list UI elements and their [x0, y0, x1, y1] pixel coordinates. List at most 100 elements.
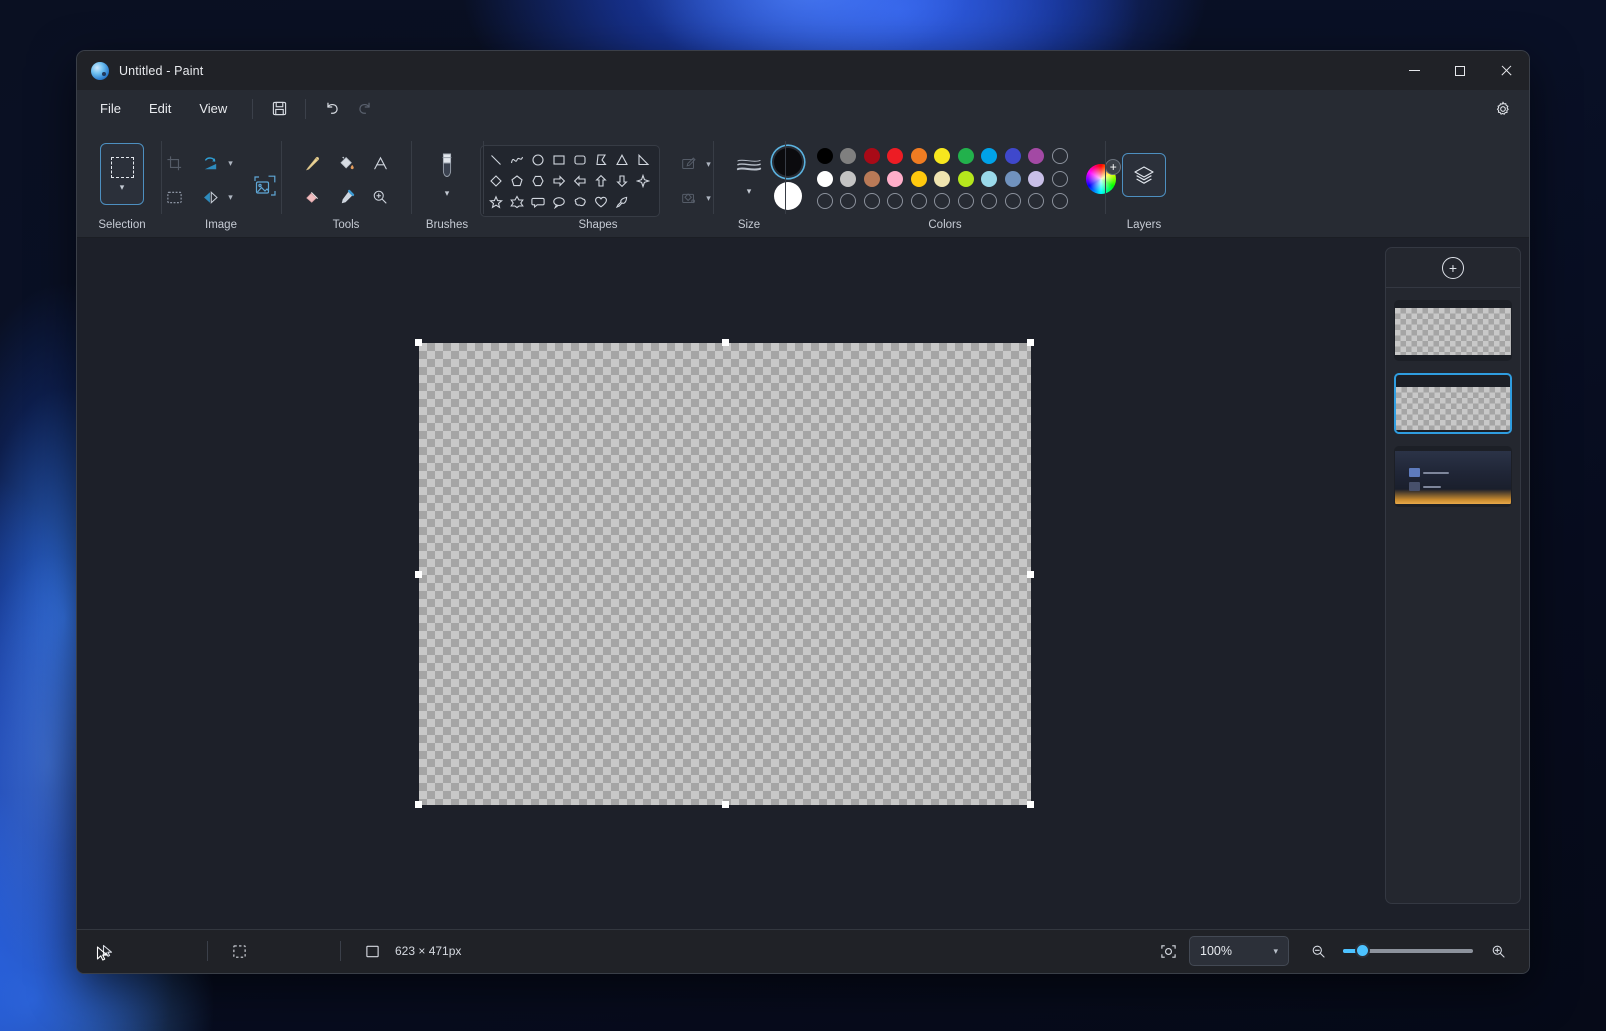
text-icon[interactable]: [363, 147, 397, 179]
hexagon-shape[interactable]: [528, 171, 549, 191]
color-swatch-r1-c1[interactable]: [817, 148, 833, 164]
color-swatch-r3-c4[interactable]: [887, 193, 903, 209]
fill-bucket-icon[interactable]: [329, 147, 363, 179]
color-swatch-r3-c11[interactable]: [1052, 193, 1068, 209]
six-point-star-shape[interactable]: [507, 192, 528, 212]
resize-handle-s[interactable]: [722, 801, 729, 808]
menu-file[interactable]: File: [87, 96, 134, 121]
color-swatch-r1-c11[interactable]: [1052, 148, 1068, 164]
diamond-shape[interactable]: [486, 171, 507, 191]
color-swatch-r2-c6[interactable]: [934, 171, 950, 187]
zoom-slider-thumb[interactable]: [1355, 943, 1370, 958]
color-swatch-r3-c5[interactable]: [911, 193, 927, 209]
resize-handle-n[interactable]: [722, 339, 729, 346]
canvas-area[interactable]: [77, 238, 1385, 929]
four-point-star-shape[interactable]: [633, 171, 654, 191]
menu-edit[interactable]: Edit: [136, 96, 184, 121]
close-button[interactable]: [1483, 51, 1529, 90]
resize-skew-icon[interactable]: [245, 166, 285, 206]
rotate-icon[interactable]: [194, 147, 228, 179]
left-arrow-shape[interactable]: [570, 171, 591, 191]
magnifier-icon[interactable]: [363, 181, 397, 213]
polygon-shape[interactable]: [591, 150, 612, 170]
fit-to-window-icon[interactable]: [1153, 936, 1183, 966]
save-icon[interactable]: [263, 95, 295, 123]
zoom-in-icon[interactable]: [1483, 936, 1513, 966]
resize-handle-w[interactable]: [415, 571, 422, 578]
secondary-color-swatch[interactable]: [774, 182, 802, 210]
size-lines-icon[interactable]: [732, 153, 766, 179]
list-item[interactable]: [1394, 446, 1512, 507]
color-swatch-r1-c2[interactable]: [840, 148, 856, 164]
list-item[interactable]: [1394, 373, 1512, 434]
pentagon-shape[interactable]: [507, 171, 528, 191]
color-swatch-r2-c4[interactable]: [887, 171, 903, 187]
down-arrow-shape[interactable]: [612, 171, 633, 191]
zoom-slider[interactable]: [1343, 949, 1473, 953]
color-swatch-r3-c3[interactable]: [864, 193, 880, 209]
resize-handle-se[interactable]: [1027, 801, 1034, 808]
lightning-shape[interactable]: [612, 192, 633, 212]
color-swatch-r2-c9[interactable]: [1005, 171, 1021, 187]
list-item[interactable]: [1394, 300, 1512, 361]
curve-shape[interactable]: [507, 150, 528, 170]
color-swatch-r2-c2[interactable]: [840, 171, 856, 187]
color-swatch-r1-c7[interactable]: [958, 148, 974, 164]
color-swatch-r2-c8[interactable]: [981, 171, 997, 187]
color-swatch-r1-c6[interactable]: [934, 148, 950, 164]
chevron-down-icon[interactable]: ▾: [445, 189, 450, 198]
rounded-rectangle-shape[interactable]: [570, 150, 591, 170]
menu-view[interactable]: View: [186, 96, 240, 121]
chevron-down-icon[interactable]: ▾: [747, 187, 752, 196]
cloud-callout-shape[interactable]: [570, 192, 591, 212]
rectangle-shape[interactable]: [549, 150, 570, 170]
color-swatch-r2-c11[interactable]: [1052, 171, 1068, 187]
five-point-star-shape[interactable]: [486, 192, 507, 212]
plus-circle-icon[interactable]: +: [1442, 257, 1464, 279]
outline-icon[interactable]: [672, 148, 706, 180]
color-swatch-r3-c7[interactable]: [958, 193, 974, 209]
eraser-icon[interactable]: [295, 181, 329, 213]
color-swatch-r3-c9[interactable]: [1005, 193, 1021, 209]
undo-icon[interactable]: [316, 95, 348, 123]
resize-handle-ne[interactable]: [1027, 339, 1034, 346]
color-swatch-r2-c3[interactable]: [864, 171, 880, 187]
color-swatch-r3-c10[interactable]: [1028, 193, 1044, 209]
heart-shape[interactable]: [591, 192, 612, 212]
zoom-out-icon[interactable]: [1303, 936, 1333, 966]
right-arrow-shape[interactable]: [549, 171, 570, 191]
color-picker-icon[interactable]: [329, 181, 363, 213]
resize-handle-e[interactable]: [1027, 571, 1034, 578]
primary-color-swatch[interactable]: [774, 148, 802, 176]
minimize-button[interactable]: [1391, 51, 1437, 90]
color-swatch-r1-c4[interactable]: [887, 148, 903, 164]
pencil-icon[interactable]: [295, 147, 329, 179]
color-swatch-r1-c10[interactable]: [1028, 148, 1044, 164]
oval-callout-shape[interactable]: [549, 192, 570, 212]
color-swatch-r2-c10[interactable]: [1028, 171, 1044, 187]
color-swatch-r1-c5[interactable]: [911, 148, 927, 164]
crop-icon[interactable]: [158, 147, 192, 179]
redo-icon[interactable]: [348, 95, 380, 123]
fill-icon[interactable]: [672, 182, 706, 214]
rounded-callout-shape[interactable]: [528, 192, 549, 212]
up-arrow-shape[interactable]: [591, 171, 612, 191]
chevron-down-icon[interactable]: ▾: [225, 192, 237, 203]
color-swatch-r3-c6[interactable]: [934, 193, 950, 209]
triangle-shape[interactable]: [612, 150, 633, 170]
resize-handle-sw[interactable]: [415, 801, 422, 808]
color-swatch-r3-c8[interactable]: [981, 193, 997, 209]
color-swatch-r2-c7[interactable]: [958, 171, 974, 187]
line-shape[interactable]: [486, 150, 507, 170]
flip-icon[interactable]: [194, 181, 228, 213]
color-swatch-r2-c1[interactable]: [817, 171, 833, 187]
selection-tool-button[interactable]: ▾: [100, 143, 144, 205]
color-swatch-r3-c2[interactable]: [840, 193, 856, 209]
chevron-down-icon[interactable]: ▾: [225, 158, 237, 169]
layers-toggle-button[interactable]: [1122, 153, 1166, 197]
maximize-button[interactable]: [1437, 51, 1483, 90]
color-swatch-r2-c5[interactable]: [911, 171, 927, 187]
brush-icon[interactable]: [430, 149, 464, 185]
color-swatch-r3-c1[interactable]: [817, 193, 833, 209]
resize-handle-nw[interactable]: [415, 339, 422, 346]
